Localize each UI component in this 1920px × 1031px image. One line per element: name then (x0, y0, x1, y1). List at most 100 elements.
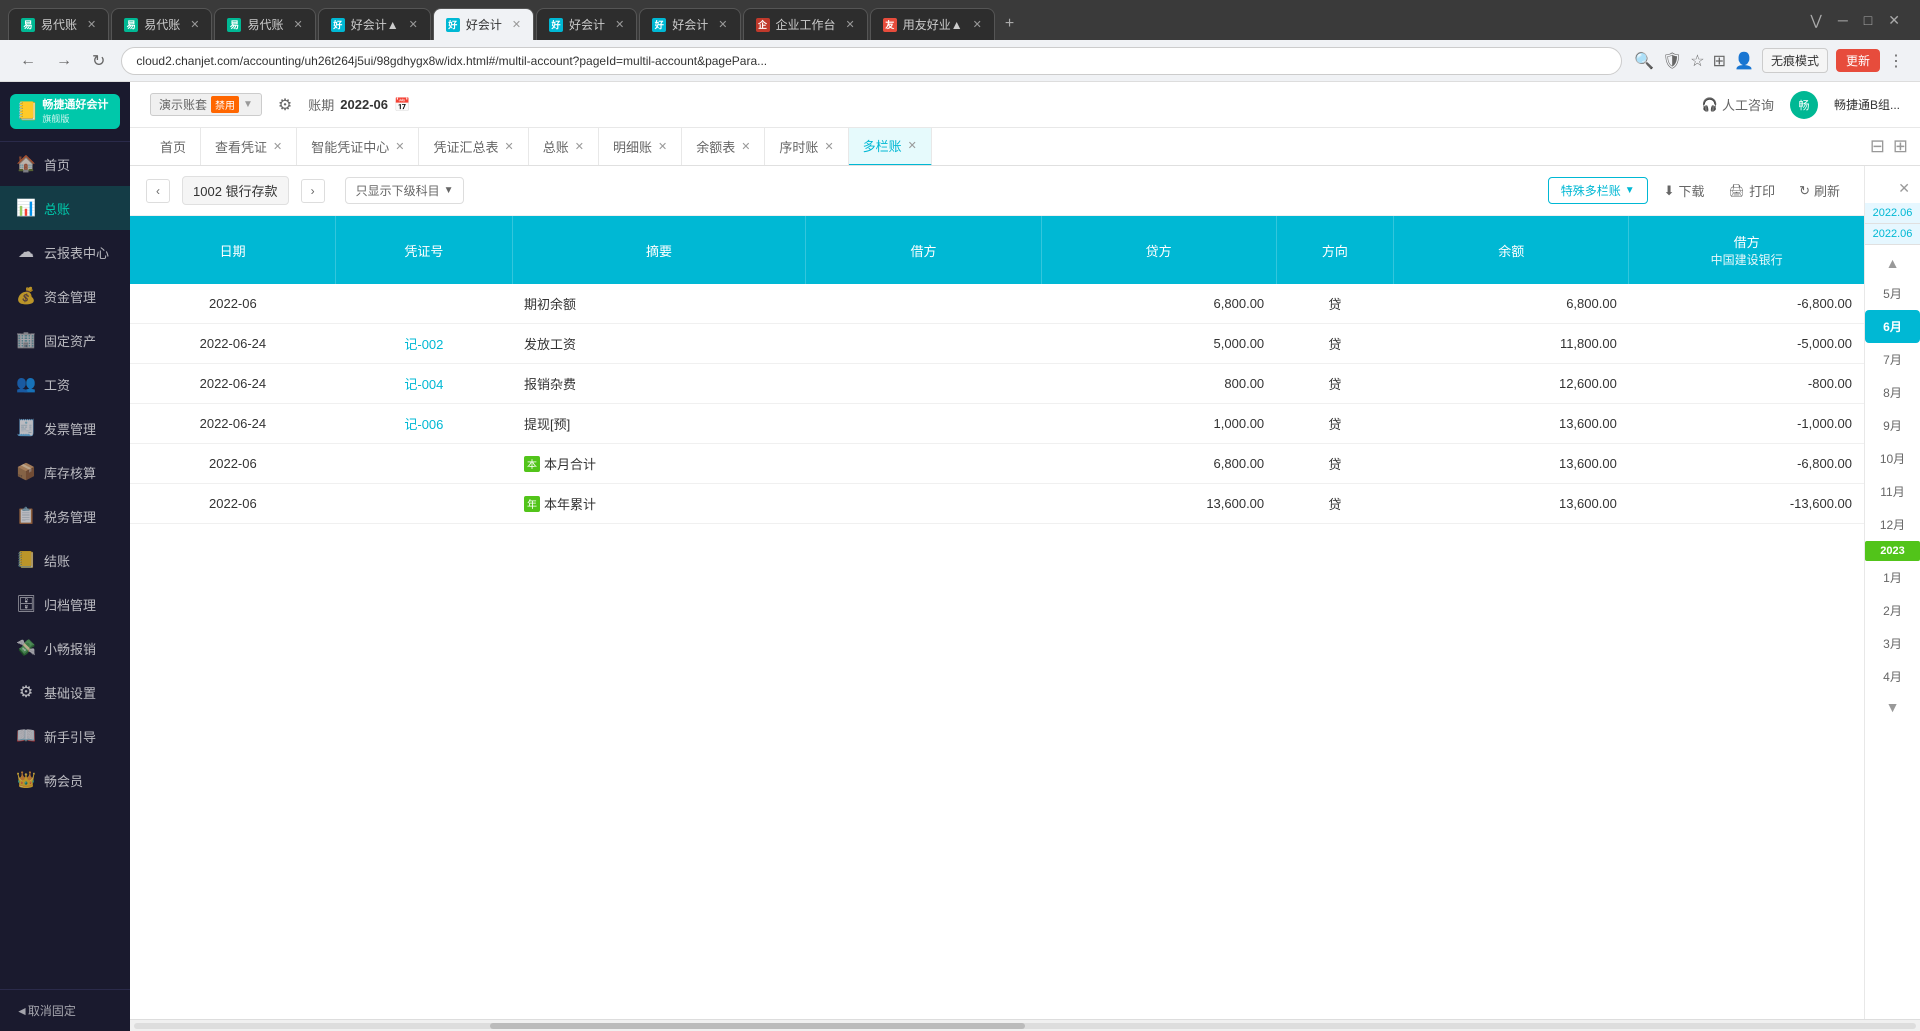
month-item-jun[interactable]: 6月 (1865, 310, 1920, 343)
star-icon[interactable]: ☆ (1690, 51, 1704, 71)
prev-account-button[interactable]: ‹ (146, 179, 170, 203)
tab-smart-voucher[interactable]: 智能凭证中心 ✕ (297, 128, 419, 166)
profile-icon[interactable]: 👤 (1734, 51, 1754, 71)
tab-general-ledger-close[interactable]: ✕ (575, 140, 584, 153)
tab-home[interactable]: 首页 (146, 128, 201, 166)
tab-close-2[interactable]: ✕ (190, 18, 199, 31)
sidebar-item-reports[interactable]: ☁ 云报表中心 (0, 230, 130, 274)
tab-smart-voucher-close[interactable]: ✕ (395, 140, 404, 153)
month-item-jan2023[interactable]: 1月 (1865, 561, 1920, 594)
gear-icon[interactable]: ⚙ (278, 95, 292, 115)
month-item-dec[interactable]: 12月 (1865, 508, 1920, 541)
calendar-icon[interactable]: 📅 (394, 97, 410, 113)
reload-button[interactable]: ↻ (88, 47, 109, 75)
browser-tab-6[interactable]: 好 好会计 ✕ (536, 8, 637, 40)
month-item-may[interactable]: 5月 (1865, 277, 1920, 310)
sidebar-item-tax[interactable]: 📋 税务管理 (0, 494, 130, 538)
tab-close-9[interactable]: ✕ (973, 18, 982, 31)
sidebar-item-inventory[interactable]: 📦 库存核算 (0, 450, 130, 494)
tab-list-button[interactable]: ⋁ (1806, 8, 1825, 33)
month-item-sep[interactable]: 9月 (1865, 409, 1920, 442)
sidebar-item-assets[interactable]: 🏢 固定资产 (0, 318, 130, 362)
multi-col-button[interactable]: 特殊多栏账 ▼ (1548, 177, 1648, 204)
sidebar-item-archive[interactable]: 🗄 归档管理 (0, 582, 130, 626)
tab-close-6[interactable]: ✕ (615, 18, 624, 31)
tab-balance-close[interactable]: ✕ (741, 140, 750, 153)
user-avatar[interactable]: 畅 (1790, 91, 1818, 119)
tab-close-5[interactable]: ✕ (512, 18, 521, 31)
sidebar-item-funds[interactable]: 💰 资金管理 (0, 274, 130, 318)
browser-tab-8[interactable]: 企 企业工作台 ✕ (743, 8, 868, 40)
minimize-panel-icon[interactable]: ⊟ (1870, 136, 1885, 157)
month-item-mar2023[interactable]: 3月 (1865, 627, 1920, 660)
sidebar-item-expense[interactable]: 💸 小畅报销 (0, 626, 130, 670)
tab-voucher-close[interactable]: ✕ (273, 140, 282, 153)
scroll-bar-area[interactable] (130, 1019, 1920, 1031)
sidebar-item-payroll[interactable]: 👥 工资 (0, 362, 130, 406)
tab-close-4[interactable]: ✕ (409, 18, 418, 31)
browser-tab-9[interactable]: 友 用友好业▲ ✕ (870, 8, 995, 40)
tab-balance[interactable]: 余额表 ✕ (682, 128, 765, 166)
consultant-button[interactable]: 🎧 人工咨询 (1702, 95, 1774, 114)
maximize-button[interactable]: □ (1860, 8, 1876, 32)
sidebar-item-home[interactable]: 🏠 首页 (0, 142, 130, 186)
menu-icon[interactable]: ⋮ (1888, 51, 1904, 71)
voucher-link[interactable]: 记-002 (404, 337, 443, 352)
filter-dropdown[interactable]: 只显示下级科目 ▼ (345, 177, 465, 204)
sidebar-item-ledger[interactable]: 📊 总账 (0, 186, 130, 230)
browser-tab-2[interactable]: 易 易代账 ✕ (111, 8, 212, 40)
account-selector[interactable]: 1002 银行存款 (182, 176, 289, 205)
browser-tab-3[interactable]: 易 易代账 ✕ (214, 8, 315, 40)
tab-multi-col[interactable]: 多栏账 ✕ (849, 128, 932, 166)
refresh-button[interactable]: ↻ 刷新 (1791, 177, 1848, 204)
download-button[interactable]: ⬇ 下载 (1656, 177, 1713, 204)
month-item-feb2023[interactable]: 2月 (1865, 594, 1920, 627)
unpin-button[interactable]: ◄取消固定 (16, 1002, 114, 1019)
sidebar-item-member[interactable]: 👑 畅会员 (0, 758, 130, 802)
address-input[interactable] (121, 47, 1622, 75)
tab-multi-col-close[interactable]: ✕ (908, 139, 917, 152)
scroll-thumb[interactable] (490, 1023, 1025, 1029)
tab-detail-ledger-close[interactable]: ✕ (658, 140, 667, 153)
voucher-link[interactable]: 记-004 (404, 377, 443, 392)
maximize-panel-icon[interactable]: ⊞ (1893, 136, 1908, 157)
sidebar-item-close[interactable]: 📒 结账 (0, 538, 130, 582)
tab-detail-ledger[interactable]: 明细账 ✕ (599, 128, 682, 166)
incognito-button[interactable]: 无痕模式 (1762, 48, 1828, 73)
tab-voucher-summary-close[interactable]: ✕ (505, 140, 514, 153)
search-icon[interactable]: 🔍 (1634, 51, 1654, 71)
tab-close-1[interactable]: ✕ (87, 18, 96, 31)
browser-tab-5[interactable]: 好 好会计 ✕ (433, 8, 534, 40)
minimize-button[interactable]: ─ (1834, 8, 1852, 32)
tab-journal[interactable]: 序时账 ✕ (765, 128, 848, 166)
browser-tab-1[interactable]: 易 易代账 ✕ (8, 8, 109, 40)
next-account-button[interactable]: › (301, 179, 325, 203)
month-scroll-up-button[interactable]: ▲ (1880, 249, 1906, 277)
print-button[interactable]: 🖨 打印 (1721, 177, 1784, 204)
close-panel-button[interactable]: ✕ (1892, 174, 1916, 203)
tab-voucher[interactable]: 查看凭证 ✕ (201, 128, 297, 166)
demo-dropdown-icon[interactable]: ▼ (243, 99, 253, 110)
scroll-track[interactable] (134, 1023, 1916, 1029)
new-tab-button[interactable]: + (997, 8, 1022, 40)
tab-close-7[interactable]: ✕ (718, 18, 727, 31)
layout-icon[interactable]: ⊞ (1713, 51, 1726, 71)
month-item-oct[interactable]: 10月 (1865, 442, 1920, 475)
back-button[interactable]: ← (16, 48, 40, 74)
month-item-apr2023[interactable]: 4月 (1865, 660, 1920, 693)
month-item-aug[interactable]: 8月 (1865, 376, 1920, 409)
sidebar-item-guide[interactable]: 📖 新手引导 (0, 714, 130, 758)
tab-journal-close[interactable]: ✕ (824, 140, 833, 153)
browser-tab-7[interactable]: 好 好会计 ✕ (639, 8, 740, 40)
tab-close-8[interactable]: ✕ (846, 18, 855, 31)
close-window-button[interactable]: ✕ (1884, 8, 1904, 33)
month-scroll-down-button[interactable]: ▼ (1880, 693, 1906, 721)
update-button[interactable]: 更新 (1836, 49, 1880, 72)
sidebar-item-invoice[interactable]: 🧾 发票管理 (0, 406, 130, 450)
tab-general-ledger[interactable]: 总账 ✕ (529, 128, 599, 166)
sidebar-item-settings[interactable]: ⚙ 基础设置 (0, 670, 130, 714)
month-item-nov[interactable]: 11月 (1865, 475, 1920, 508)
forward-button[interactable]: → (52, 48, 76, 74)
tab-voucher-summary[interactable]: 凭证汇总表 ✕ (419, 128, 528, 166)
browser-tab-4[interactable]: 好 好会计▲ ✕ (318, 8, 431, 40)
